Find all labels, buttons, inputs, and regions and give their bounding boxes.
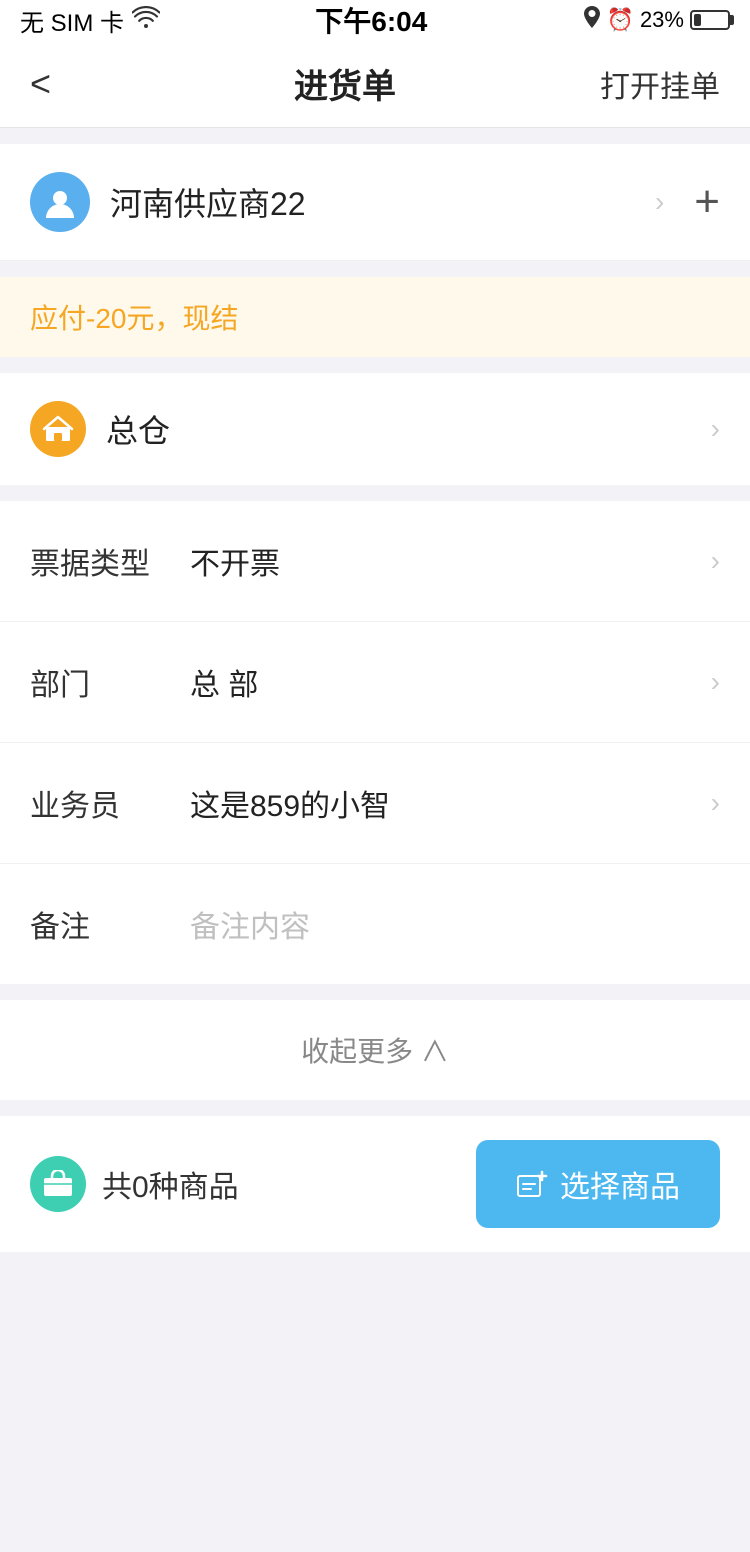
collapse-row[interactable]: 收起更多 ∧	[0, 1000, 750, 1100]
nav-bar: < 进货单 打开挂单	[0, 40, 750, 128]
nav-separator	[0, 128, 750, 144]
content-area: 河南供应商22 › + 应付-20元，现结 总仓 › 票据类型 不开票 › 部	[0, 144, 750, 1552]
invoice-type-label: 票据类型	[30, 539, 150, 583]
battery-percent: 23%	[640, 7, 684, 33]
select-product-button[interactable]: 选择商品	[476, 1140, 720, 1228]
department-value: 总 部	[190, 660, 711, 704]
notice-banner: 应付-20元，现结	[0, 277, 750, 357]
battery-icon	[690, 10, 730, 30]
supplier-row[interactable]: 河南供应商22 › +	[0, 144, 750, 261]
salesman-value: 这是859的小智	[190, 781, 711, 825]
form-card: 票据类型 不开票 › 部门 总 部 › 业务员 这是859的小智 › 备注 备注…	[0, 501, 750, 984]
department-row[interactable]: 部门 总 部 ›	[0, 622, 750, 743]
alarm-icon: ⏰	[607, 7, 634, 33]
bottom-bar: 共0种商品 选择商品	[0, 1116, 750, 1252]
supplier-avatar	[30, 172, 90, 232]
warehouse-name: 总仓	[106, 406, 711, 452]
status-left: 无 SIM 卡	[20, 3, 160, 38]
page-title: 进货单	[294, 59, 396, 108]
back-button[interactable]: <	[30, 63, 90, 105]
product-icon	[30, 1156, 86, 1212]
remark-row[interactable]: 备注 备注内容	[0, 864, 750, 984]
carrier-label: 无 SIM 卡	[20, 3, 124, 38]
collapse-label[interactable]: 收起更多 ∧	[301, 1030, 449, 1070]
salesman-row[interactable]: 业务员 这是859的小智 ›	[0, 743, 750, 864]
remark-placeholder[interactable]: 备注内容	[190, 902, 720, 946]
gray-fill-area	[0, 1252, 750, 1552]
salesman-label: 业务员	[30, 781, 150, 825]
add-supplier-button[interactable]: +	[694, 180, 720, 224]
status-time: 下午6:04	[315, 0, 427, 40]
invoice-type-row[interactable]: 票据类型 不开票 ›	[0, 501, 750, 622]
department-label: 部门	[30, 660, 150, 704]
invoice-type-arrow-icon: ›	[711, 545, 720, 577]
department-arrow-icon: ›	[711, 666, 720, 698]
supplier-card: 河南供应商22 › +	[0, 144, 750, 261]
status-right: ⏰ 23%	[583, 6, 730, 34]
notice-text: 应付-20元，现结	[30, 303, 238, 334]
warehouse-arrow-icon: ›	[711, 413, 720, 445]
supplier-arrow-icon: ›	[655, 186, 664, 218]
product-count-area: 共0种商品	[30, 1156, 239, 1212]
supplier-name: 河南供应商22	[110, 179, 655, 225]
product-count-text: 共0种商品	[102, 1162, 239, 1206]
select-product-label: 选择商品	[560, 1162, 680, 1206]
open-pending-button[interactable]: 打开挂单	[600, 62, 720, 106]
location-icon	[583, 6, 601, 34]
status-bar: 无 SIM 卡 下午6:04 ⏰ 23%	[0, 0, 750, 40]
warehouse-icon	[30, 401, 86, 457]
salesman-arrow-icon: ›	[711, 787, 720, 819]
warehouse-row[interactable]: 总仓 ›	[0, 373, 750, 485]
invoice-type-value: 不开票	[190, 539, 711, 583]
wifi-icon	[132, 6, 160, 35]
remark-label: 备注	[30, 902, 150, 946]
